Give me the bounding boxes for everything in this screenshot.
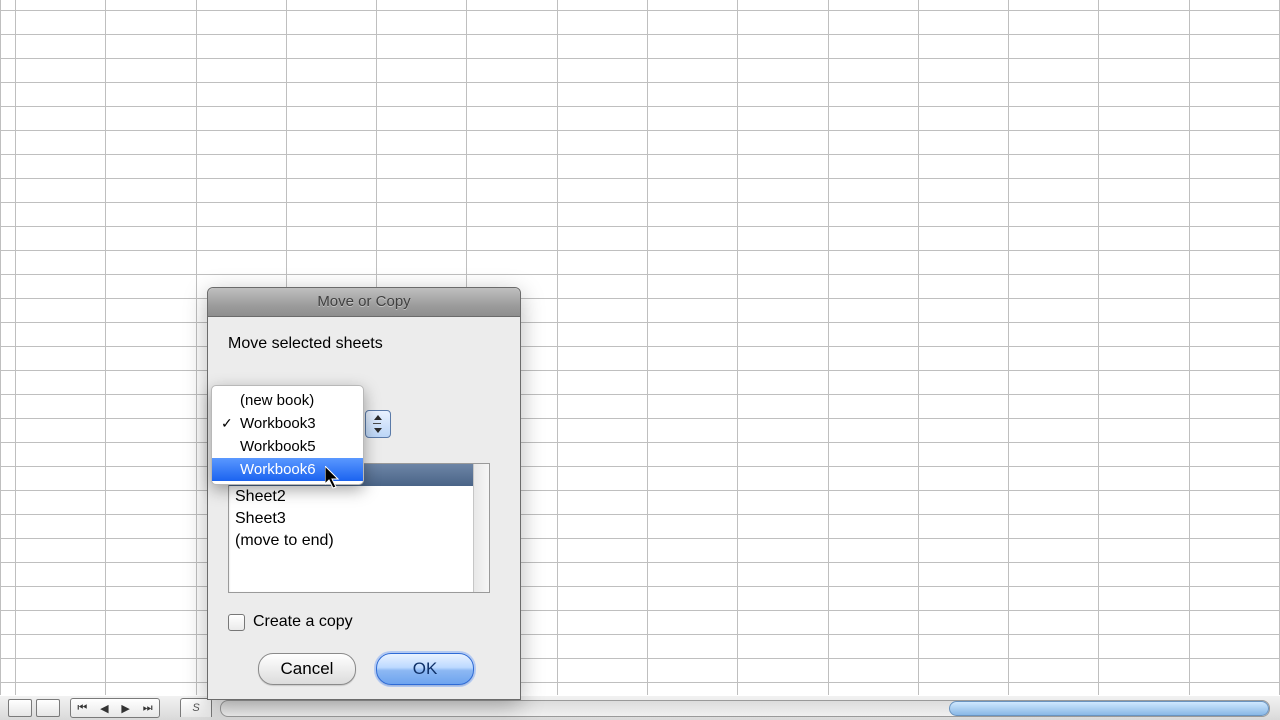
bottom-bar: ⏮ ◀ ▶ ⏭ S [0,696,1280,720]
nav-first-icon[interactable]: ⏮ [77,702,87,715]
view-switchers [8,699,60,717]
view-layout-button[interactable] [36,699,60,717]
horizontal-scrollbar[interactable] [220,700,1270,717]
create-copy-checkbox[interactable] [228,614,245,631]
list-scrollbar[interactable] [473,464,489,592]
list-item[interactable]: Sheet2 [229,486,489,508]
ok-button[interactable]: OK [376,653,474,685]
to-book-popup-menu[interactable]: (new book) Workbook3 Workbook5 Workbook6 [211,385,364,485]
move-or-copy-dialog: Move or Copy Move selected sheets x Shee… [207,287,521,700]
list-item[interactable]: Sheet3 [229,508,489,530]
menu-item-workbook5[interactable]: Workbook5 [212,435,363,458]
nav-last-icon[interactable]: ⏭ [143,702,153,715]
updown-arrows-icon [373,414,383,434]
menu-item-workbook3[interactable]: Workbook3 [212,412,363,435]
cancel-button[interactable]: Cancel [258,653,356,685]
sheet-nav-buttons[interactable]: ⏮ ◀ ▶ ⏭ [70,698,160,718]
menu-item-workbook6[interactable]: Workbook6 [212,458,363,481]
create-copy-label: Create a copy [253,613,353,631]
section-label: Move selected sheets [228,335,504,353]
horizontal-scroll-thumb[interactable] [949,701,1269,716]
view-normal-button[interactable] [8,699,32,717]
spreadsheet-grid[interactable] [0,0,1280,695]
menu-item-new-book[interactable]: (new book) [212,389,363,412]
dialog-title: Move or Copy [208,288,520,317]
sheet-tab[interactable]: S [180,698,212,717]
to-book-dropdown-button[interactable] [365,410,391,438]
grid-table [0,0,1280,695]
nav-next-icon[interactable]: ▶ [121,702,129,715]
list-item[interactable]: (move to end) [229,530,489,552]
nav-prev-icon[interactable]: ◀ [100,702,108,715]
